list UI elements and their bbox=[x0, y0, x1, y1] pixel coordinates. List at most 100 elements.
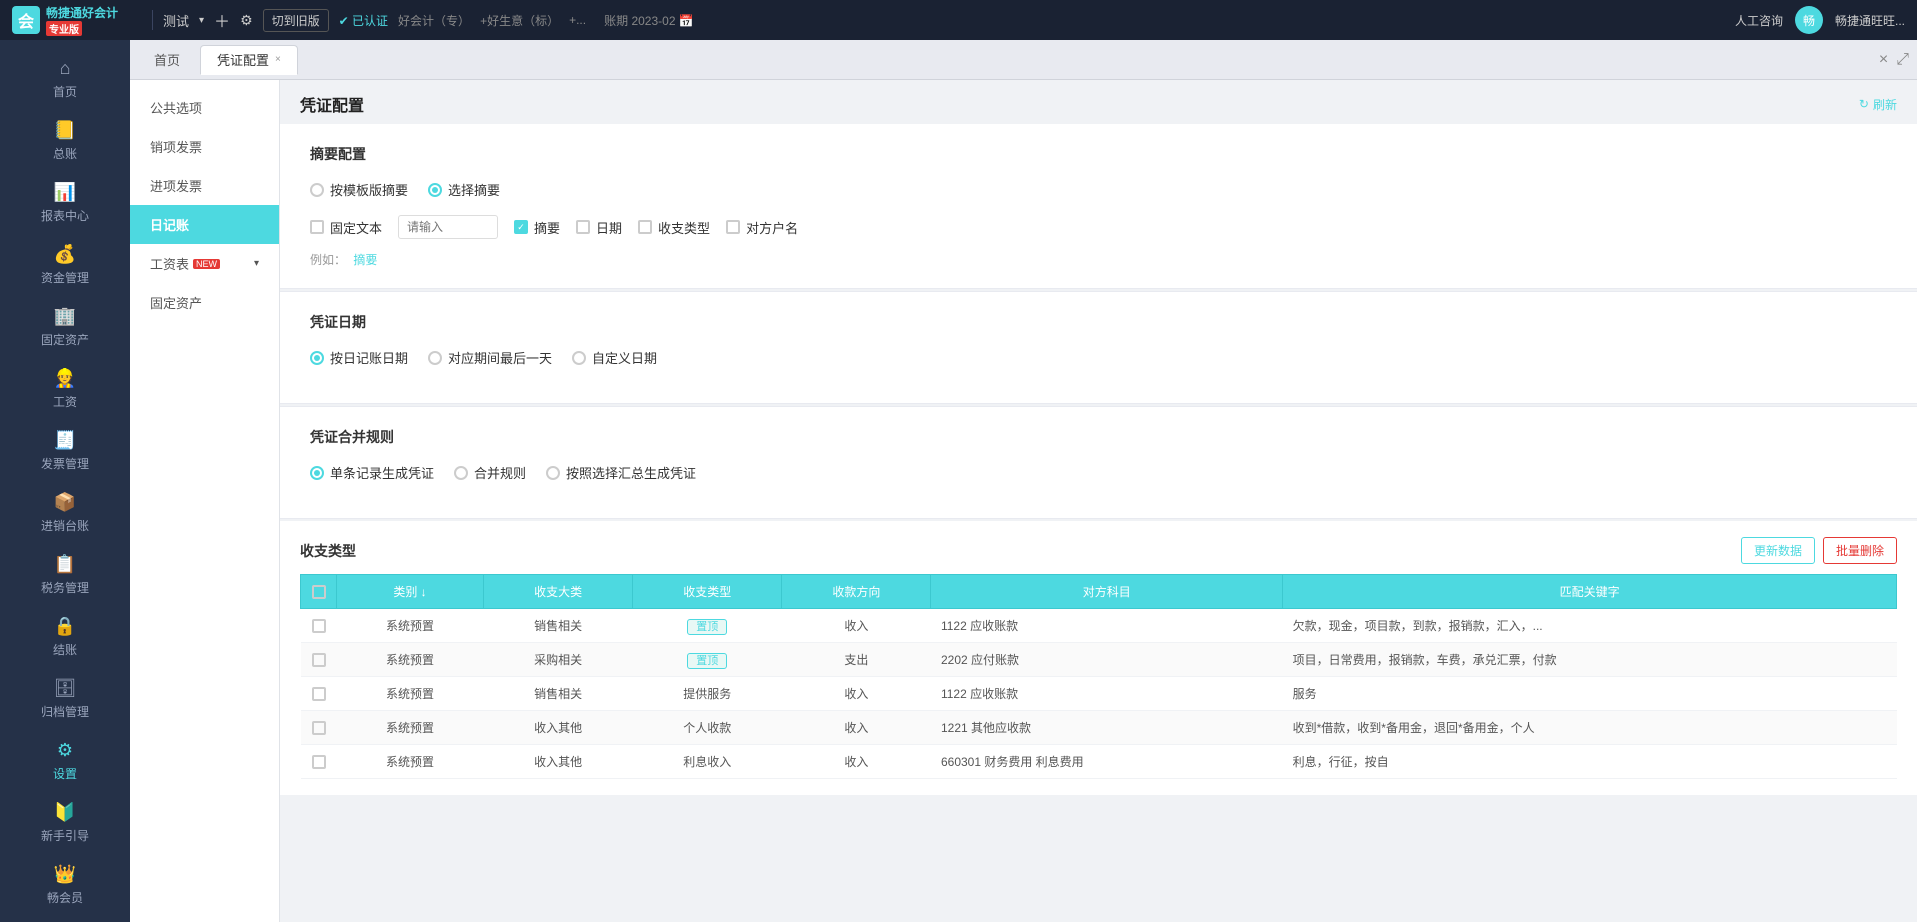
left-panel-item-public[interactable]: 公共选项 bbox=[130, 88, 279, 127]
user-avatar[interactable]: 畅 bbox=[1795, 6, 1823, 34]
sidebar-item-payroll[interactable]: 👷 工资 bbox=[0, 358, 130, 420]
row-checkbox-1[interactable] bbox=[312, 653, 326, 667]
tax-icon: 📋 bbox=[54, 554, 76, 575]
left-panel-item-payroll[interactable]: 工资表 NEW ▾ bbox=[130, 244, 279, 283]
cell-direction-0: 收入 bbox=[782, 609, 931, 643]
checkbox-date[interactable]: 日期 bbox=[576, 218, 622, 237]
switch-old-version-button[interactable]: 切到旧版 bbox=[263, 9, 329, 32]
cell-direction-2: 收入 bbox=[782, 677, 931, 711]
sidebar-item-close[interactable]: 🔒 结账 bbox=[0, 606, 130, 668]
checkbox-summary[interactable]: 摘要 bbox=[514, 218, 560, 237]
th-category[interactable]: 类别 ↓ bbox=[337, 575, 484, 609]
close-tab-action[interactable]: × bbox=[1879, 51, 1888, 69]
payroll-arrow-icon: ▾ bbox=[254, 258, 259, 269]
table-row: 系统预置 收入其他 个人收款 收入 1221 其他应收款 收到*借款，收到*备用… bbox=[301, 711, 1897, 745]
expand-tab-action[interactable]: ⤢ bbox=[1896, 51, 1909, 69]
sidebar-item-fixed-assets[interactable]: 🏢 固定资产 bbox=[0, 296, 130, 358]
radio-single-record-circle bbox=[310, 466, 324, 480]
radio-aggregate-label: 按照选择汇总生成凭证 bbox=[566, 463, 696, 482]
sidebar-item-guide[interactable]: 🔰 新手引导 bbox=[0, 792, 130, 854]
select-all-checkbox[interactable] bbox=[312, 585, 326, 599]
settings-icon: ⚙ bbox=[57, 740, 73, 761]
sidebar-item-home[interactable]: ⌂ 首页 bbox=[0, 48, 130, 110]
checkbox-date-box bbox=[576, 220, 590, 234]
cell-direction-1: 支出 bbox=[782, 643, 931, 677]
checkbox-summary-label: 摘要 bbox=[534, 218, 560, 237]
summary-config-title: 摘要配置 bbox=[310, 144, 1887, 164]
radio-merge-rule[interactable]: 合并规则 bbox=[454, 463, 526, 482]
topbar: 会 畅捷通好会计 专业版 测试 ▾ ＋ ⚙ 切到旧版 ✔ 已认证 好会计（专） … bbox=[0, 0, 1917, 40]
sidebar-item-funds[interactable]: 💰 资金管理 bbox=[0, 234, 130, 296]
left-panel-label-journal: 日记账 bbox=[150, 215, 189, 234]
th-account: 对方科目 bbox=[931, 575, 1283, 609]
summary-config-section: 摘要配置 按模板版摘要 选择摘要 bbox=[280, 124, 1917, 289]
row-checkbox-4[interactable] bbox=[312, 755, 326, 769]
th-main-type: 收支大类 bbox=[484, 575, 633, 609]
checkbox-income-type[interactable]: 收支类型 bbox=[638, 218, 710, 237]
radio-select-summary[interactable]: 选择摘要 bbox=[428, 180, 500, 199]
cell-category-0: 系统预置 bbox=[337, 609, 484, 643]
left-panel-item-purchase-invoice[interactable]: 进项发票 bbox=[130, 166, 279, 205]
sidebar-item-tax[interactable]: 📋 税务管理 bbox=[0, 544, 130, 606]
row-checkbox-0[interactable] bbox=[312, 619, 326, 633]
refresh-button[interactable]: ↻ 刷新 bbox=[1859, 96, 1897, 113]
cell-checkbox-0[interactable] bbox=[301, 609, 337, 643]
checkbox-counterpart-name[interactable]: 对方户名 bbox=[726, 218, 798, 237]
radio-aggregate[interactable]: 按照选择汇总生成凭证 bbox=[546, 463, 696, 482]
page-content: 公共选项 销项发票 进项发票 日记账 工资表 NEW ▾ 固定资产 bbox=[130, 80, 1917, 922]
row-checkbox-2[interactable] bbox=[312, 687, 326, 701]
checkbox-summary-box bbox=[514, 220, 528, 234]
example-row: 例如： 摘要 bbox=[310, 251, 1887, 268]
tab-close-icon[interactable]: × bbox=[275, 54, 281, 65]
update-data-button[interactable]: 更新数据 bbox=[1741, 537, 1815, 564]
sidebar-item-invoices[interactable]: 🧾 发票管理 bbox=[0, 420, 130, 482]
table-actions: 更新数据 批量删除 bbox=[1741, 537, 1897, 564]
radio-merge-rule-circle bbox=[454, 466, 468, 480]
row-checkbox-3[interactable] bbox=[312, 721, 326, 735]
radio-template-summary[interactable]: 按模板版摘要 bbox=[310, 180, 408, 199]
topbar-add-button[interactable]: ＋ bbox=[214, 8, 230, 32]
left-panel-item-journal[interactable]: 日记账 bbox=[130, 205, 279, 244]
cell-checkbox-1[interactable] bbox=[301, 643, 337, 677]
left-panel-item-fixed-assets[interactable]: 固定资产 bbox=[130, 283, 279, 322]
sidebar-item-archive[interactable]: 🗄 归档管理 bbox=[0, 668, 130, 730]
radio-custom-date[interactable]: 自定义日期 bbox=[572, 348, 657, 367]
sidebar-item-label-home: 首页 bbox=[53, 83, 77, 100]
th-checkbox[interactable] bbox=[301, 575, 337, 609]
cell-account-2: 1122 应收账款 bbox=[931, 677, 1283, 711]
batch-delete-button[interactable]: 批量删除 bbox=[1823, 537, 1897, 564]
support-label[interactable]: 人工咨询 bbox=[1735, 12, 1783, 29]
sidebar-item-member[interactable]: 👑 畅会员 bbox=[0, 854, 130, 916]
sidebar-item-label-settings: 设置 bbox=[53, 765, 77, 782]
left-panel-label-public: 公共选项 bbox=[150, 98, 202, 117]
income-expense-section: 收支类型 更新数据 批量删除 类别 ↓ bbox=[280, 521, 1917, 795]
radio-period-last-day[interactable]: 对应期间最后一天 bbox=[428, 348, 552, 367]
cell-checkbox-3[interactable] bbox=[301, 711, 337, 745]
radio-journal-date[interactable]: 按日记账日期 bbox=[310, 348, 408, 367]
tabs-right-actions: × ⤢ bbox=[1879, 51, 1909, 69]
page-header: 凭证配置 ↻ 刷新 bbox=[280, 80, 1917, 124]
sidebar-item-ledger[interactable]: 📒 总账 bbox=[0, 110, 130, 172]
radio-single-record[interactable]: 单条记录生成凭证 bbox=[310, 463, 434, 482]
left-panel-label-fixed-assets: 固定资产 bbox=[150, 293, 202, 312]
topbar-gear-icon[interactable]: ⚙ bbox=[240, 12, 253, 29]
tab-home[interactable]: 首页 bbox=[138, 45, 196, 75]
cell-main-type-0: 销售相关 bbox=[484, 609, 633, 643]
sidebar-item-sales[interactable]: 📦 进销台账 bbox=[0, 482, 130, 544]
direction-tag-1[interactable]: 置顶 bbox=[687, 653, 727, 669]
left-panel-label-purchase-invoice: 进项发票 bbox=[150, 176, 202, 195]
sidebar-item-reports[interactable]: 📊 报表中心 bbox=[0, 172, 130, 234]
cell-account-0: 1122 应收账款 bbox=[931, 609, 1283, 643]
fixed-text-input[interactable] bbox=[398, 215, 498, 239]
tab-voucher-config[interactable]: 凭证配置 × bbox=[200, 45, 298, 75]
cell-checkbox-4[interactable] bbox=[301, 745, 337, 779]
checkbox-fixed-text-box bbox=[310, 220, 324, 234]
left-panel-item-sales-invoice[interactable]: 销项发票 bbox=[130, 127, 279, 166]
cell-checkbox-2[interactable] bbox=[301, 677, 337, 711]
sidebar-item-settings[interactable]: ⚙ 设置 bbox=[0, 730, 130, 792]
cell-category-3: 系统预置 bbox=[337, 711, 484, 745]
topbar-dropdown-arrow[interactable]: ▾ bbox=[199, 15, 204, 26]
checkbox-fixed-text[interactable]: 固定文本 bbox=[310, 218, 382, 237]
table-body: 系统预置 销售相关 置顶 收入 1122 应收账款 欠款，现金，项目款，到款，报… bbox=[301, 609, 1897, 779]
direction-tag-0[interactable]: 置顶 bbox=[687, 619, 727, 635]
